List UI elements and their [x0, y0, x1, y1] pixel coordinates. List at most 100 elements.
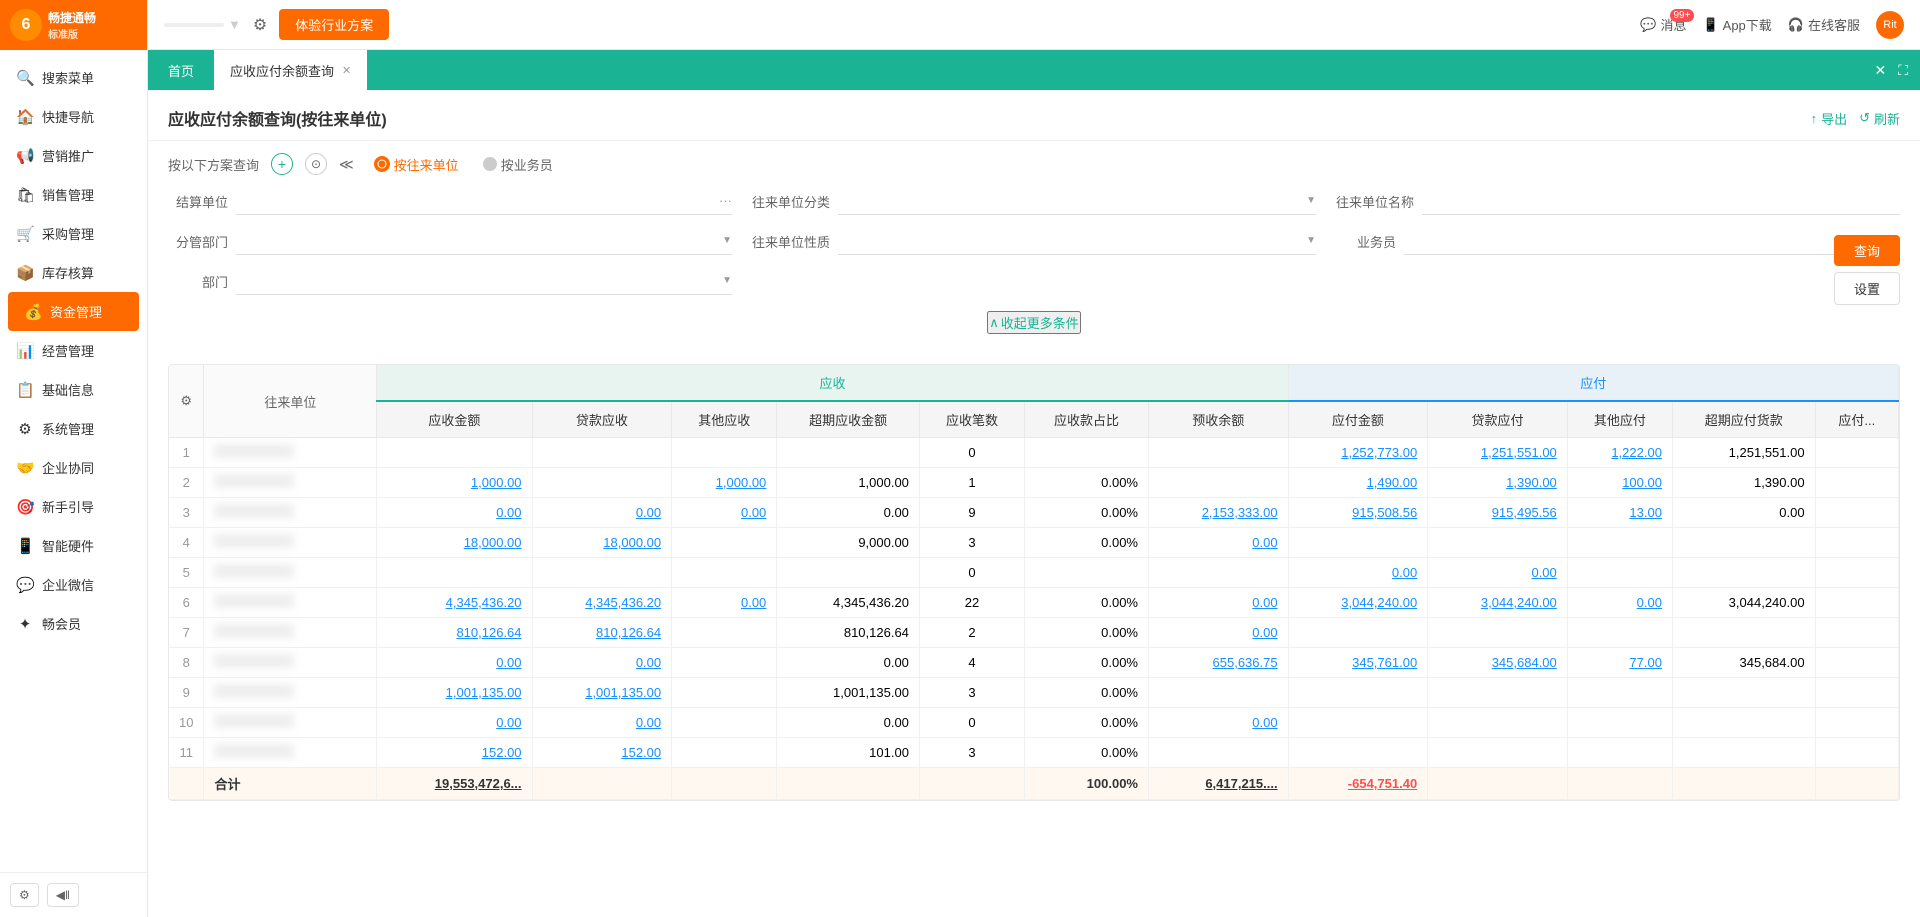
row-ap-other[interactable]: 0.00	[1567, 588, 1672, 618]
row-ar-amount[interactable]: 4,345,436.20	[377, 588, 532, 618]
row-ar-loan[interactable]: 4,345,436.20	[532, 588, 672, 618]
query-button[interactable]: 查询	[1834, 235, 1900, 266]
row-ar-prepay[interactable]: 655,636.75	[1149, 648, 1289, 678]
department-arrow[interactable]: ▼	[722, 275, 732, 286]
row-ap-loan[interactable]: 345,684.00	[1428, 648, 1568, 678]
row-ar-count[interactable]: 0	[919, 558, 1024, 588]
row-ar-loan[interactable]: 0.00	[532, 648, 672, 678]
row-ap-amount[interactable]: 1,252,773.00	[1288, 438, 1428, 468]
sidebar-item-guide[interactable]: 🎯 新手引导	[0, 487, 147, 526]
row-ar-overdue[interactable]: 9,000.00	[777, 528, 920, 558]
sidebar-item-purchase[interactable]: 🛒 采购管理	[0, 214, 147, 253]
service-button[interactable]: 🎧 在线客服	[1788, 15, 1860, 34]
footer-ap-amount[interactable]: -654,751.40	[1288, 768, 1428, 800]
row-ar-overdue[interactable]: 4,345,436.20	[777, 588, 920, 618]
row-ar-amount[interactable]: 0.00	[377, 708, 532, 738]
dept-arrow[interactable]: ▼	[722, 235, 732, 246]
row-ar-overdue[interactable]: 810,126.64	[777, 618, 920, 648]
salesperson-input-wrapper[interactable]: ···	[1404, 227, 1900, 255]
row-ar-count[interactable]: 22	[919, 588, 1024, 618]
filter-scheme-by-employee[interactable]: 按业务员	[483, 155, 553, 174]
row-ap-other[interactable]: 13.00	[1567, 498, 1672, 528]
row-ar-amount[interactable]: 810,126.64	[377, 618, 532, 648]
sidebar-item-finance[interactable]: 💰 资金管理	[8, 292, 139, 331]
row-ar-overdue[interactable]: 0.00	[777, 708, 920, 738]
category-arrow[interactable]: ▼	[1306, 195, 1316, 206]
tabbar-expand-button[interactable]: ⛶	[1898, 62, 1908, 79]
dept-input[interactable]	[236, 229, 722, 252]
filter-add-button[interactable]: +	[271, 153, 293, 175]
salesperson-input[interactable]	[1404, 229, 1887, 252]
row-ap-loan[interactable]: 0.00	[1428, 558, 1568, 588]
tab-close-icon[interactable]: ✕	[342, 64, 351, 77]
filter-more-button[interactable]: ∧ 收起更多条件	[987, 311, 1081, 334]
row-ar-overdue[interactable]: 0.00	[777, 498, 920, 528]
row-ar-amount[interactable]: 152.00	[377, 738, 532, 768]
topbar-gear-icon[interactable]: ⚙	[253, 15, 267, 35]
plan-button[interactable]: 体验行业方案	[279, 9, 389, 40]
row-ar-ratio[interactable]: 0.00%	[1025, 648, 1149, 678]
settings-col[interactable]: ⚙	[169, 365, 204, 438]
footer-ar-prepay[interactable]: 6,417,215....	[1149, 768, 1289, 800]
row-ar-amount[interactable]: 18,000.00	[377, 528, 532, 558]
row-ar-count[interactable]: 3	[919, 738, 1024, 768]
category-input-wrapper[interactable]: ▼	[838, 187, 1316, 215]
filter-target-button[interactable]: ⊙	[305, 153, 327, 175]
row-ap-loan[interactable]: 915,495.56	[1428, 498, 1568, 528]
sidebar-item-operations[interactable]: 📊 经营管理	[0, 331, 147, 370]
department-input[interactable]	[236, 269, 722, 292]
row-ar-loan[interactable]: 1,001,135.00	[532, 678, 672, 708]
row-ar-ratio[interactable]: 0.00%	[1025, 618, 1149, 648]
tab-home[interactable]: 首页	[148, 50, 214, 90]
row-ap-amount[interactable]: 345,761.00	[1288, 648, 1428, 678]
row-ap-loan[interactable]: 1,251,551.00	[1428, 438, 1568, 468]
row-ar-ratio[interactable]: 0.00%	[1025, 498, 1149, 528]
sidebar-item-marketing[interactable]: 📢 营销推广	[0, 136, 147, 175]
row-ap-overdue[interactable]: 0.00	[1672, 498, 1815, 528]
settlement-input-wrapper[interactable]: ···	[236, 187, 732, 215]
row-ar-count[interactable]: 4	[919, 648, 1024, 678]
row-ap-amount[interactable]: 915,508.56	[1288, 498, 1428, 528]
row-ar-overdue[interactable]: 101.00	[777, 738, 920, 768]
filter-collapse-button[interactable]: ≪	[339, 156, 354, 173]
export-button[interactable]: ↑ 导出	[1811, 109, 1848, 128]
tab-arquery[interactable]: 应收应付余额查询 ✕	[214, 50, 367, 90]
row-ap-amount[interactable]: 0.00	[1288, 558, 1428, 588]
row-ar-loan[interactable]: 0.00	[532, 498, 672, 528]
sidebar-item-inventory[interactable]: 📦 库存核算	[0, 253, 147, 292]
row-ap-amount[interactable]: 1,490.00	[1288, 468, 1428, 498]
row-ar-overdue[interactable]: 1,000.00	[777, 468, 920, 498]
row-ar-ratio[interactable]: 0.00%	[1025, 708, 1149, 738]
sidebar-settings-button[interactable]: ⚙	[10, 883, 39, 907]
tabbar-close-button[interactable]: ✕	[1874, 62, 1886, 79]
row-ar-count[interactable]: 3	[919, 678, 1024, 708]
row-ap-overdue[interactable]: 1,390.00	[1672, 468, 1815, 498]
row-ap-other[interactable]: 1,222.00	[1567, 438, 1672, 468]
sidebar-item-member[interactable]: ✦ 畅会员	[0, 604, 147, 643]
sidebar-item-wechat[interactable]: 💬 企业微信	[0, 565, 147, 604]
sidebar-item-system[interactable]: ⚙ 系统管理	[0, 409, 147, 448]
row-ar-overdue[interactable]: 0.00	[777, 648, 920, 678]
name-input[interactable]	[1422, 189, 1900, 212]
nature-input-wrapper[interactable]: ▼	[838, 227, 1316, 255]
row-ar-ratio[interactable]: 0.00%	[1025, 678, 1149, 708]
row-ar-amount[interactable]: 0.00	[377, 648, 532, 678]
row-ar-loan[interactable]: 0.00	[532, 708, 672, 738]
department-input-wrapper[interactable]: ▼	[236, 267, 732, 295]
row-ar-ratio[interactable]: 0.00%	[1025, 588, 1149, 618]
row-ar-prepay[interactable]: 0.00	[1149, 528, 1289, 558]
row-ar-amount[interactable]: 0.00	[377, 498, 532, 528]
sidebar-item-basics[interactable]: 📋 基础信息	[0, 370, 147, 409]
nature-arrow[interactable]: ▼	[1306, 235, 1316, 246]
row-ap-loan[interactable]: 1,390.00	[1428, 468, 1568, 498]
row-ar-count[interactable]: 1	[919, 468, 1024, 498]
row-ap-loan[interactable]: 3,044,240.00	[1428, 588, 1568, 618]
sidebar-collapse-button[interactable]: ◀‖	[47, 883, 79, 907]
row-ar-amount[interactable]: 1,000.00	[377, 468, 532, 498]
sidebar-item-hardware[interactable]: 📱 智能硬件	[0, 526, 147, 565]
row-ap-amount[interactable]: 3,044,240.00	[1288, 588, 1428, 618]
sidebar-item-sales[interactable]: 🛍 销售管理	[0, 175, 147, 214]
sidebar-item-search[interactable]: 🔍 搜索菜单	[0, 58, 147, 97]
row-ar-prepay[interactable]: 0.00	[1149, 618, 1289, 648]
filter-scheme-by-customer[interactable]: 按往来单位	[374, 155, 459, 174]
